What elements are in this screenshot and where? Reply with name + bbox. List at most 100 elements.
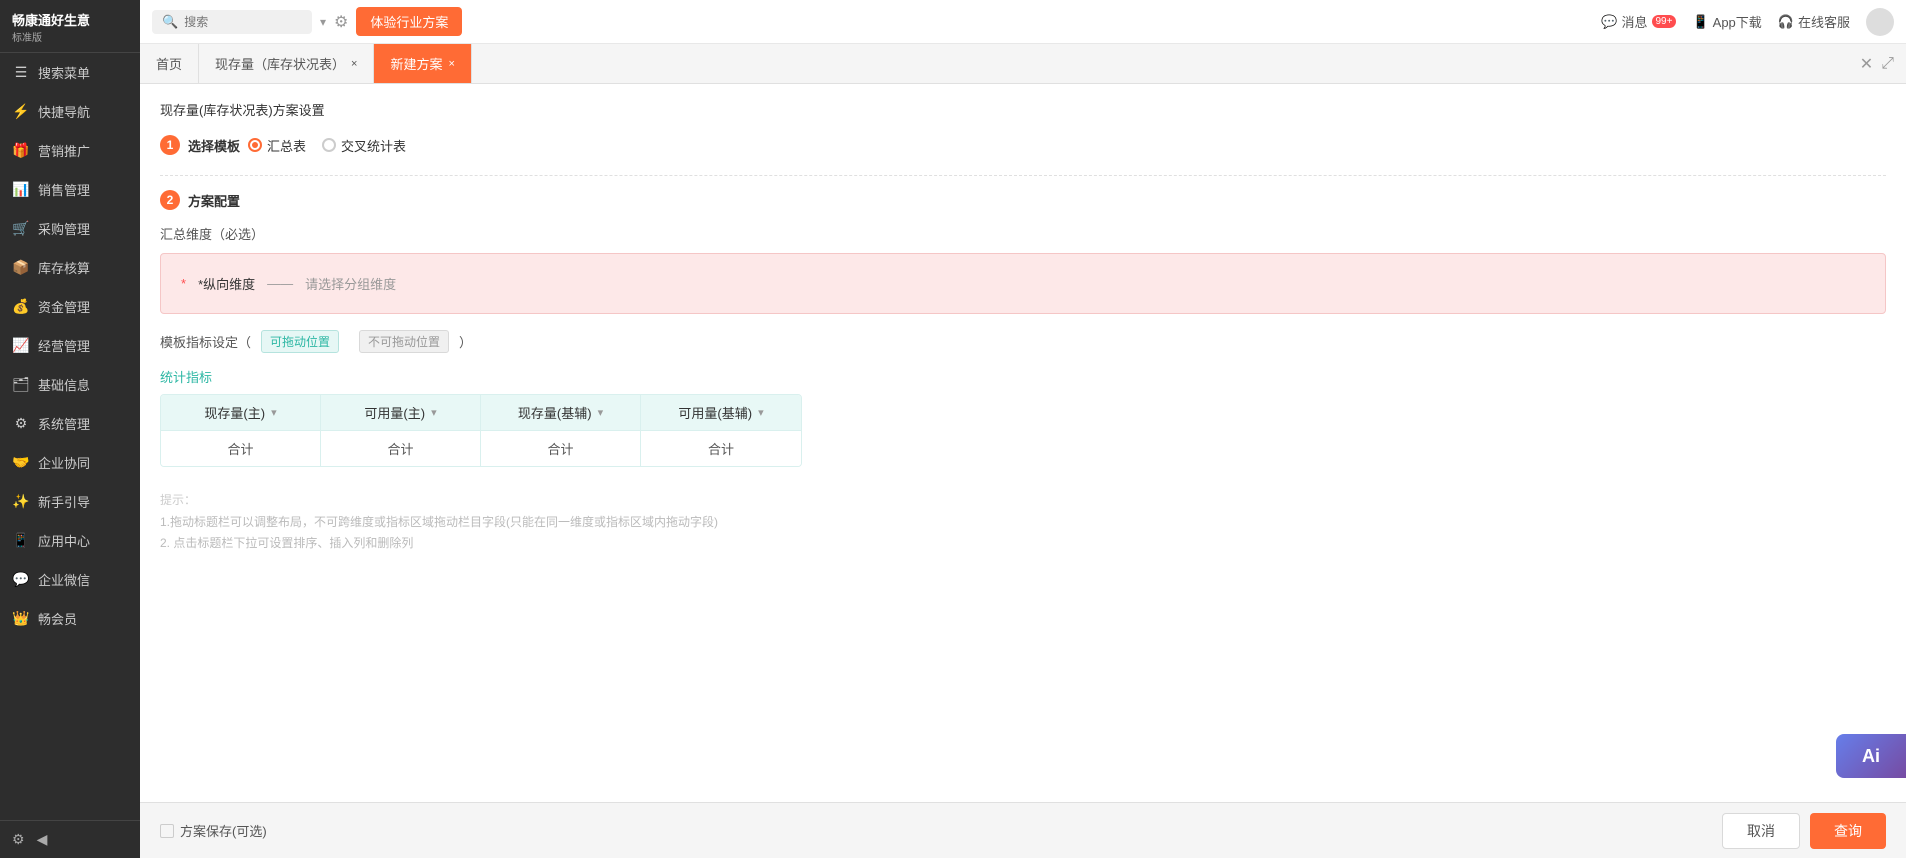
sidebar-item-label-1: 快捷导航 (38, 102, 90, 121)
sidebar-item-icon-14: 👑 (12, 610, 30, 628)
tag-no-drag: 不可拖动位置 (359, 330, 449, 353)
user-avatar[interactable] (1866, 8, 1894, 36)
stats-col-body-1: 合计 (321, 431, 481, 466)
sidebar-item-5[interactable]: 📦 库存核算 (0, 248, 140, 287)
sidebar-item-label-11: 新手引导 (38, 492, 90, 511)
section-1-header: 1 选择模板 汇总表 交叉统计表 (160, 135, 1886, 155)
message-badge: 99+ (1652, 15, 1677, 28)
phone-icon: 📱 (1692, 14, 1708, 30)
footer-bar: 方案保存(可选) 取消 查询 (140, 802, 1906, 858)
window-close-icon[interactable]: ✕ (1860, 54, 1873, 74)
sidebar-item-0[interactable]: ☰ 搜索菜单 (0, 53, 140, 92)
tab-new-plan-close-icon[interactable]: × (448, 58, 454, 70)
topbar-gear-icon[interactable]: ⚙ (334, 12, 348, 32)
app-title: 畅康通好生意 (12, 10, 128, 29)
tab-inventory[interactable]: 现存量（库存状况表） × (199, 44, 374, 83)
tips-section: 提示： 1.拖动标题栏可以调整布局，不可跨维度或指标区域拖动栏目字段(只能在同一… (160, 490, 1886, 555)
message-label: 消息 (1621, 12, 1647, 31)
sidebar-item-13[interactable]: 💬 企业微信 (0, 560, 140, 599)
section-2-header: 2 方案配置 (160, 190, 1886, 210)
sidebar-item-label-13: 企业微信 (38, 570, 90, 589)
sidebar-item-2[interactable]: 🎁 营销推广 (0, 131, 140, 170)
sidebar-item-12[interactable]: 📱 应用中心 (0, 521, 140, 560)
radio-cross-dot (322, 138, 336, 152)
radio-cross[interactable]: 交叉统计表 (322, 136, 406, 155)
sidebar-item-icon-8: 🗂 (12, 376, 30, 394)
ai-float-button[interactable]: Ai (1836, 734, 1906, 778)
stats-col-header-3[interactable]: 可用量(基辅)▾ (641, 395, 801, 431)
radio-summary-dot (248, 138, 262, 152)
sidebar-item-11[interactable]: ✨ 新手引导 (0, 482, 140, 521)
app-subtitle: 标准版 (12, 29, 128, 44)
stats-col-header-2[interactable]: 现存量(基辅)▾ (481, 395, 641, 431)
topbar-right: 💬 消息 99+ 📱 App下载 🎧 在线客服 (1601, 8, 1894, 36)
sidebar-item-label-8: 基础信息 (38, 375, 90, 394)
stats-col-label-1: 可用量(主) (364, 403, 425, 422)
section-2-title: 方案配置 (188, 191, 240, 210)
tag-draggable: 可拖动位置 (261, 330, 339, 353)
topbar-chevron-icon[interactable]: ▾ (320, 15, 326, 29)
stats-col-summary-1: 合计 (387, 442, 413, 457)
stats-col-header-1[interactable]: 可用量(主) ▾ (321, 395, 481, 431)
sidebar-item-label-12: 应用中心 (38, 531, 90, 550)
chevron-down-icon-1: ▾ (431, 406, 437, 419)
window-expand-icon[interactable]: ⤢ (1881, 55, 1894, 73)
dim-dash: —— (267, 276, 293, 291)
sidebar-item-1[interactable]: ⚡ 快捷导航 (0, 92, 140, 131)
stats-col-header-0[interactable]: 现存量(主)▾ (161, 395, 321, 431)
sidebar-item-8[interactable]: 🗂 基础信息 (0, 365, 140, 404)
stats-col-summary-2: 合计 (547, 442, 573, 457)
collapse-icon[interactable]: ◀ (37, 831, 48, 848)
cancel-button[interactable]: 取消 (1722, 813, 1800, 849)
radio-cross-label: 交叉统计表 (341, 136, 406, 155)
sidebar-item-3[interactable]: 📊 销售管理 (0, 170, 140, 209)
stats-col-body-0: 合计 (161, 431, 321, 466)
tab-home-label: 首页 (156, 54, 182, 73)
sidebar-item-6[interactable]: 💰 资金管理 (0, 287, 140, 326)
dim-required-marker: * (181, 276, 186, 291)
sidebar-item-icon-1: ⚡ (12, 103, 30, 121)
tip-item-2: 2. 点击标题栏下拉可设置排序、插入列和删除列 (160, 533, 1886, 555)
app-download-item[interactable]: 📱 App下载 (1692, 12, 1761, 31)
search-box[interactable]: 🔍 (152, 10, 312, 34)
sidebar-item-4[interactable]: 🛒 采购管理 (0, 209, 140, 248)
main-area: 🔍 ▾ ⚙ 体验行业方案 💬 消息 99+ 📱 App下载 🎧 在线客服 (140, 0, 1906, 858)
sidebar-item-9[interactable]: ⚙ 系统管理 (0, 404, 140, 443)
dimension-box[interactable]: * *纵向维度 —— 请选择分组维度 (160, 253, 1886, 314)
settings-icon[interactable]: ⚙ (12, 831, 25, 848)
sidebar-item-label-0: 搜索菜单 (38, 63, 90, 82)
section-1-num: 1 (160, 135, 180, 155)
stats-table-header: 现存量(主)▾ 可用量(主) ▾ 现存量(基辅)▾可用量(基辅)▾ (161, 395, 801, 431)
sidebar-item-label-5: 库存核算 (38, 258, 90, 277)
app-logo: 畅康通好生意 标准版 (0, 0, 140, 53)
save-checkbox[interactable] (160, 824, 174, 838)
page-title: 现存量(库存状况表)方案设置 (160, 100, 1886, 119)
sidebar-item-10[interactable]: 🤝 企业协同 (0, 443, 140, 482)
search-input[interactable] (184, 15, 302, 29)
tab-home[interactable]: 首页 (140, 44, 199, 83)
query-button[interactable]: 查询 (1810, 813, 1886, 849)
tab-inventory-close-icon[interactable]: × (351, 58, 357, 70)
message-item[interactable]: 💬 消息 99+ (1601, 12, 1676, 31)
radio-summary[interactable]: 汇总表 (248, 136, 306, 155)
sidebar-item-7[interactable]: 📈 经营管理 (0, 326, 140, 365)
stats-col-body-3: 合计 (641, 431, 801, 466)
content-area: 现存量(库存状况表)方案设置 1 选择模板 汇总表 交叉统计表 (140, 84, 1906, 802)
headset-icon: 🎧 (1778, 14, 1794, 30)
stats-col-label-0: 现存量(主) (204, 403, 265, 422)
sidebar: 畅康通好生意 标准版 ☰ 搜索菜单 ⚡ 快捷导航 🎁 营销推广 📊 销售管理 🛒… (0, 0, 140, 858)
online-support-item[interactable]: 🎧 在线客服 (1778, 12, 1850, 31)
sidebar-item-label-3: 销售管理 (38, 180, 90, 199)
stats-col-summary-3: 合计 (708, 442, 734, 457)
section-2-num: 2 (160, 190, 180, 210)
sidebar-item-14[interactable]: 👑 畅会员 (0, 599, 140, 638)
sidebar-item-icon-0: ☰ (12, 64, 30, 82)
indicator-label-end: ） (459, 332, 472, 351)
sidebar-bottom: ⚙ ◀ (0, 820, 140, 858)
tab-new-plan[interactable]: 新建方案 × (374, 44, 471, 83)
stats-col-label-2: 现存量(基辅) (518, 403, 592, 422)
topbar: 🔍 ▾ ⚙ 体验行业方案 💬 消息 99+ 📱 App下载 🎧 在线客服 (140, 0, 1906, 44)
trial-button[interactable]: 体验行业方案 (356, 7, 462, 36)
sidebar-item-icon-12: 📱 (12, 532, 30, 550)
sidebar-item-icon-9: ⚙ (12, 415, 30, 433)
